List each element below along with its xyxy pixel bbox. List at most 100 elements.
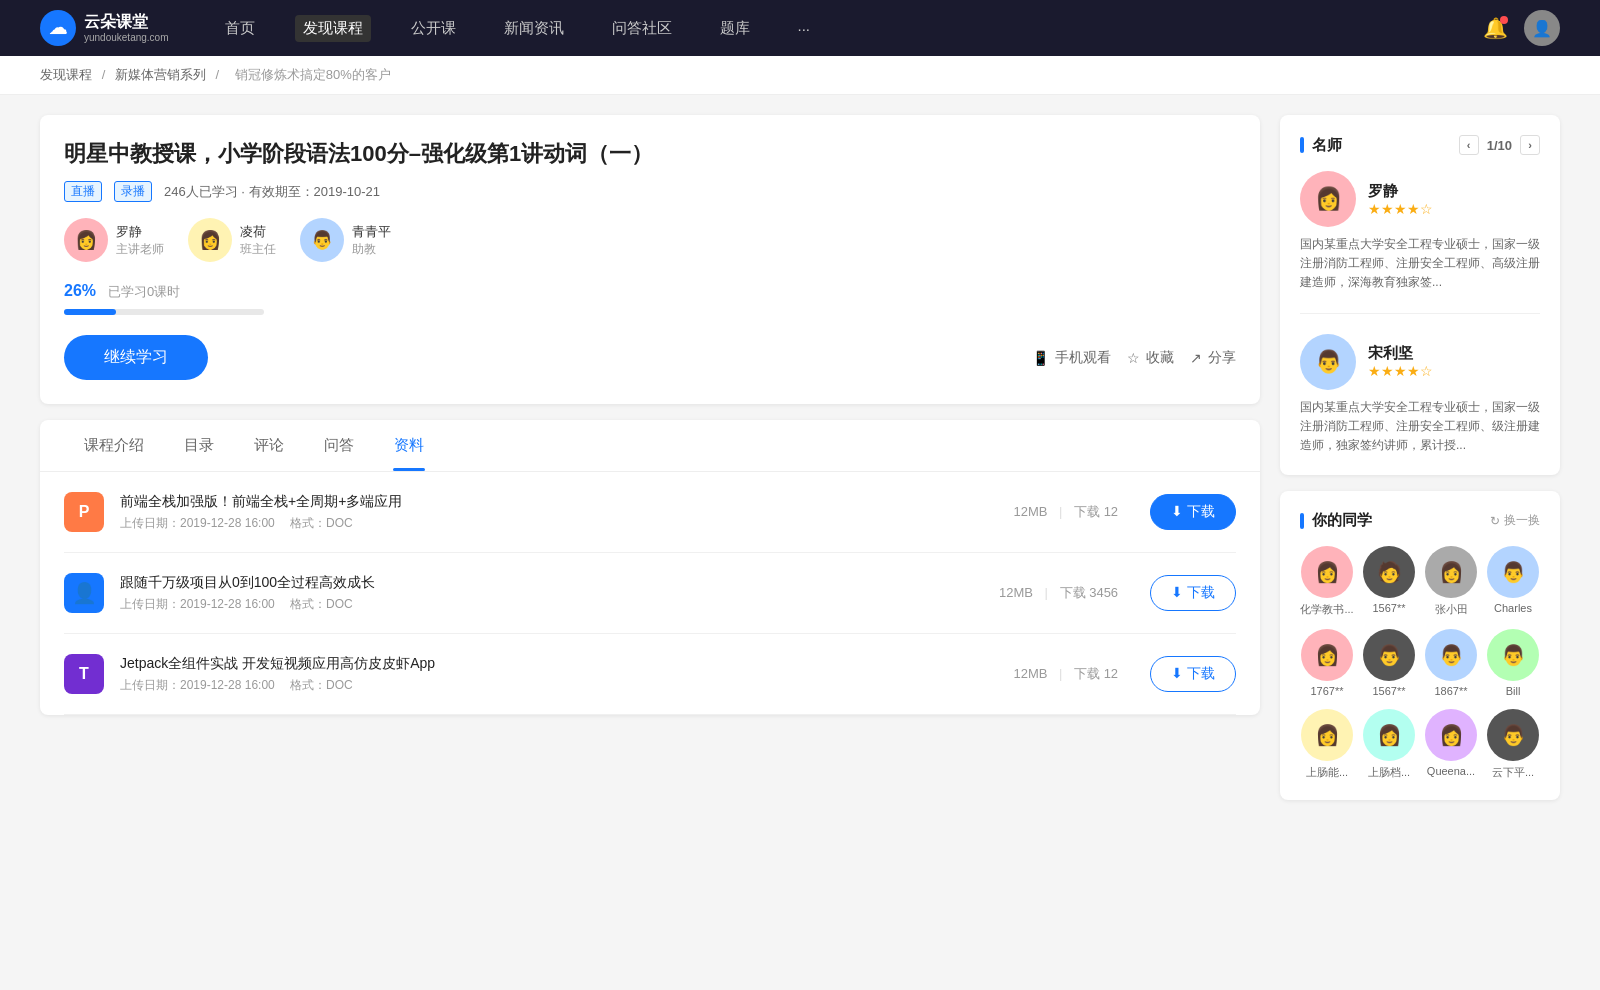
tab-intro[interactable]: 课程介绍 — [64, 420, 164, 471]
progress-section: 26% 已学习0课时 — [64, 282, 1236, 315]
classmate-11-avatar[interactable]: 👩 — [1425, 709, 1477, 761]
sidebar-teacher-1-stars: ★★★★☆ — [1368, 201, 1433, 217]
classmate-9-avatar[interactable]: 👩 — [1301, 709, 1353, 761]
star-icon: ☆ — [1127, 350, 1140, 366]
classmate-6: 👨 1567** — [1362, 629, 1416, 697]
nav-discover[interactable]: 发现课程 — [295, 15, 371, 42]
classmate-8-name: Bill — [1506, 685, 1521, 697]
classmate-12-avatar[interactable]: 👨 — [1487, 709, 1539, 761]
classmate-4: 👨 Charles — [1486, 546, 1540, 617]
file-name-3: Jetpack全组件实战 开发短视频应用高仿皮皮虾App — [120, 655, 997, 673]
share-button[interactable]: ↗ 分享 — [1190, 349, 1236, 367]
classmates-title-text: 你的同学 — [1300, 511, 1372, 530]
classmate-8: 👨 Bill — [1486, 629, 1540, 697]
nav-home[interactable]: 首页 — [217, 15, 263, 42]
classmate-5-name: 1767** — [1310, 685, 1343, 697]
file-icon-3: T — [64, 654, 104, 694]
content-area: 明星中教授课，小学阶段语法100分–强化级第1讲动词（一） 直播 录播 246人… — [40, 115, 1260, 816]
course-card: 明星中教授课，小学阶段语法100分–强化级第1讲动词（一） 直播 录播 246人… — [40, 115, 1260, 404]
classmate-8-avatar[interactable]: 👨 — [1487, 629, 1539, 681]
file-icon-1: P — [64, 492, 104, 532]
teacher-2-avatar: 👩 — [188, 218, 232, 262]
teacher-1-name: 罗静 — [116, 223, 164, 241]
classmate-4-avatar[interactable]: 👨 — [1487, 546, 1539, 598]
main-layout: 明星中教授课，小学阶段语法100分–强化级第1讲动词（一） 直播 录播 246人… — [0, 95, 1600, 836]
action-buttons: 📱 手机观看 ☆ 收藏 ↗ 分享 — [1032, 349, 1236, 367]
file-list: P 前端全栈加强版！前端全栈+全周期+多端应用 上传日期：2019-12-28 … — [40, 472, 1260, 715]
course-title: 明星中教授课，小学阶段语法100分–强化级第1讲动词（一） — [64, 139, 1236, 169]
tab-contents[interactable]: 目录 — [164, 420, 234, 471]
classmate-2-name: 1567** — [1372, 602, 1405, 614]
logo[interactable]: ☁ 云朵课堂 yundouketang.com — [40, 10, 169, 46]
notification-dot — [1500, 16, 1508, 24]
sidebar-teacher-1-name: 罗静 — [1368, 182, 1433, 201]
file-meta-2: 上传日期：2019-12-28 16:00 格式：DOC — [120, 596, 983, 613]
tab-materials[interactable]: 资料 — [374, 420, 444, 471]
classmate-9-name: 上肠能... — [1306, 765, 1348, 780]
file-info-2: 跟随千万级项目从0到100全过程高效成长 上传日期：2019-12-28 16:… — [120, 574, 983, 613]
tab-reviews[interactable]: 评论 — [234, 420, 304, 471]
classmate-11-name: Queena... — [1427, 765, 1475, 777]
classmate-3-name: 张小田 — [1435, 602, 1468, 617]
page-indicator: 1/10 — [1487, 138, 1512, 153]
refresh-icon: ↻ — [1490, 514, 1500, 528]
breadcrumb-discover[interactable]: 发现课程 — [40, 67, 92, 82]
nav-more[interactable]: ··· — [790, 16, 819, 41]
sidebar-teacher-2-stars: ★★★★☆ — [1368, 363, 1433, 379]
file-name-2: 跟随千万级项目从0到100全过程高效成长 — [120, 574, 983, 592]
download-button-3[interactable]: ⬇ 下载 — [1150, 656, 1236, 692]
tag-live: 直播 — [64, 181, 102, 202]
next-page-button[interactable]: › — [1520, 135, 1540, 155]
user-avatar[interactable]: 👤 — [1524, 10, 1560, 46]
teacher-2-role: 班主任 — [240, 241, 276, 258]
teacher-3-role: 助教 — [352, 241, 391, 258]
classmate-7-name: 1867** — [1434, 685, 1467, 697]
file-stats-1: 12MB | 下载 12 — [1013, 503, 1118, 521]
tabs-section: 课程介绍 目录 评论 问答 资料 P 前端全栈加强版！前端全栈+全周期+多端应用… — [40, 420, 1260, 715]
navbar: ☁ 云朵课堂 yundouketang.com 首页 发现课程 公开课 新闻资讯… — [0, 0, 1600, 56]
nav-news[interactable]: 新闻资讯 — [496, 15, 572, 42]
classmate-10-name: 上肠档... — [1368, 765, 1410, 780]
prev-page-button[interactable]: ‹ — [1459, 135, 1479, 155]
download-button-2[interactable]: ⬇ 下载 — [1150, 575, 1236, 611]
breadcrumb-series[interactable]: 新媒体营销系列 — [115, 67, 206, 82]
file-stats-3: 12MB | 下载 12 — [1013, 665, 1118, 683]
file-info-1: 前端全栈加强版！前端全栈+全周期+多端应用 上传日期：2019-12-28 16… — [120, 493, 997, 532]
progress-percent: 26% — [64, 282, 96, 299]
classmate-12: 👨 云下平... — [1486, 709, 1540, 780]
classmate-6-name: 1567** — [1372, 685, 1405, 697]
sidebar-teacher-1: 👩 罗静 ★★★★☆ 国内某重点大学安全工程专业硕士，国家一级注册消防工程师、注… — [1300, 171, 1540, 314]
classmate-7: 👨 1867** — [1424, 629, 1478, 697]
teacher-3: 👨 青青平 助教 — [300, 218, 391, 262]
nav-exam[interactable]: 题库 — [712, 15, 758, 42]
nav-qa[interactable]: 问答社区 — [604, 15, 680, 42]
sidebar-teacher-1-avatar[interactable]: 👩 — [1300, 171, 1356, 227]
mobile-watch-button[interactable]: 📱 手机观看 — [1032, 349, 1111, 367]
collect-button[interactable]: ☆ 收藏 — [1127, 349, 1174, 367]
download-button-1[interactable]: ⬇ 下载 — [1150, 494, 1236, 530]
breadcrumb-current: 销冠修炼术搞定80%的客户 — [235, 67, 391, 82]
sidebar-teacher-2: 👨 宋利坚 ★★★★☆ 国内某重点大学安全工程专业硕士，国家一级注册消防工程师、… — [1300, 334, 1540, 456]
sidebar-teacher-2-name: 宋利坚 — [1368, 344, 1433, 363]
classmate-1-avatar[interactable]: 👩 — [1301, 546, 1353, 598]
classmate-7-avatar[interactable]: 👨 — [1425, 629, 1477, 681]
continue-learning-button[interactable]: 继续学习 — [64, 335, 208, 380]
classmate-6-avatar[interactable]: 👨 — [1363, 629, 1415, 681]
classmate-5-avatar[interactable]: 👩 — [1301, 629, 1353, 681]
classmate-3-avatar[interactable]: 👩 — [1425, 546, 1477, 598]
classmate-3: 👩 张小田 — [1424, 546, 1478, 617]
refresh-button[interactable]: ↻ 换一换 — [1490, 512, 1540, 529]
teachers-card-title: 名师 ‹ 1/10 › — [1300, 135, 1540, 155]
breadcrumb: 发现课程 / 新媒体营销系列 / 销冠修炼术搞定80%的客户 — [0, 56, 1600, 95]
classmate-4-name: Charles — [1494, 602, 1532, 614]
classmates-grid: 👩 化学教书... 🧑 1567** 👩 张小田 👨 Charles 👩 — [1300, 546, 1540, 780]
tab-qa[interactable]: 问答 — [304, 420, 374, 471]
classmate-10-avatar[interactable]: 👩 — [1363, 709, 1415, 761]
nav-open[interactable]: 公开课 — [403, 15, 464, 42]
sidebar: 名师 ‹ 1/10 › 👩 罗静 ★★★★☆ 国内某重点大学安全工程专业硕士，国… — [1280, 115, 1560, 816]
sidebar-teacher-2-avatar[interactable]: 👨 — [1300, 334, 1356, 390]
course-students: 246人已学习 · 有效期至：2019-10-21 — [164, 183, 380, 201]
notification-bell[interactable]: 🔔 — [1483, 16, 1508, 40]
classmate-2-avatar[interactable]: 🧑 — [1363, 546, 1415, 598]
classmate-11: 👩 Queena... — [1424, 709, 1478, 780]
